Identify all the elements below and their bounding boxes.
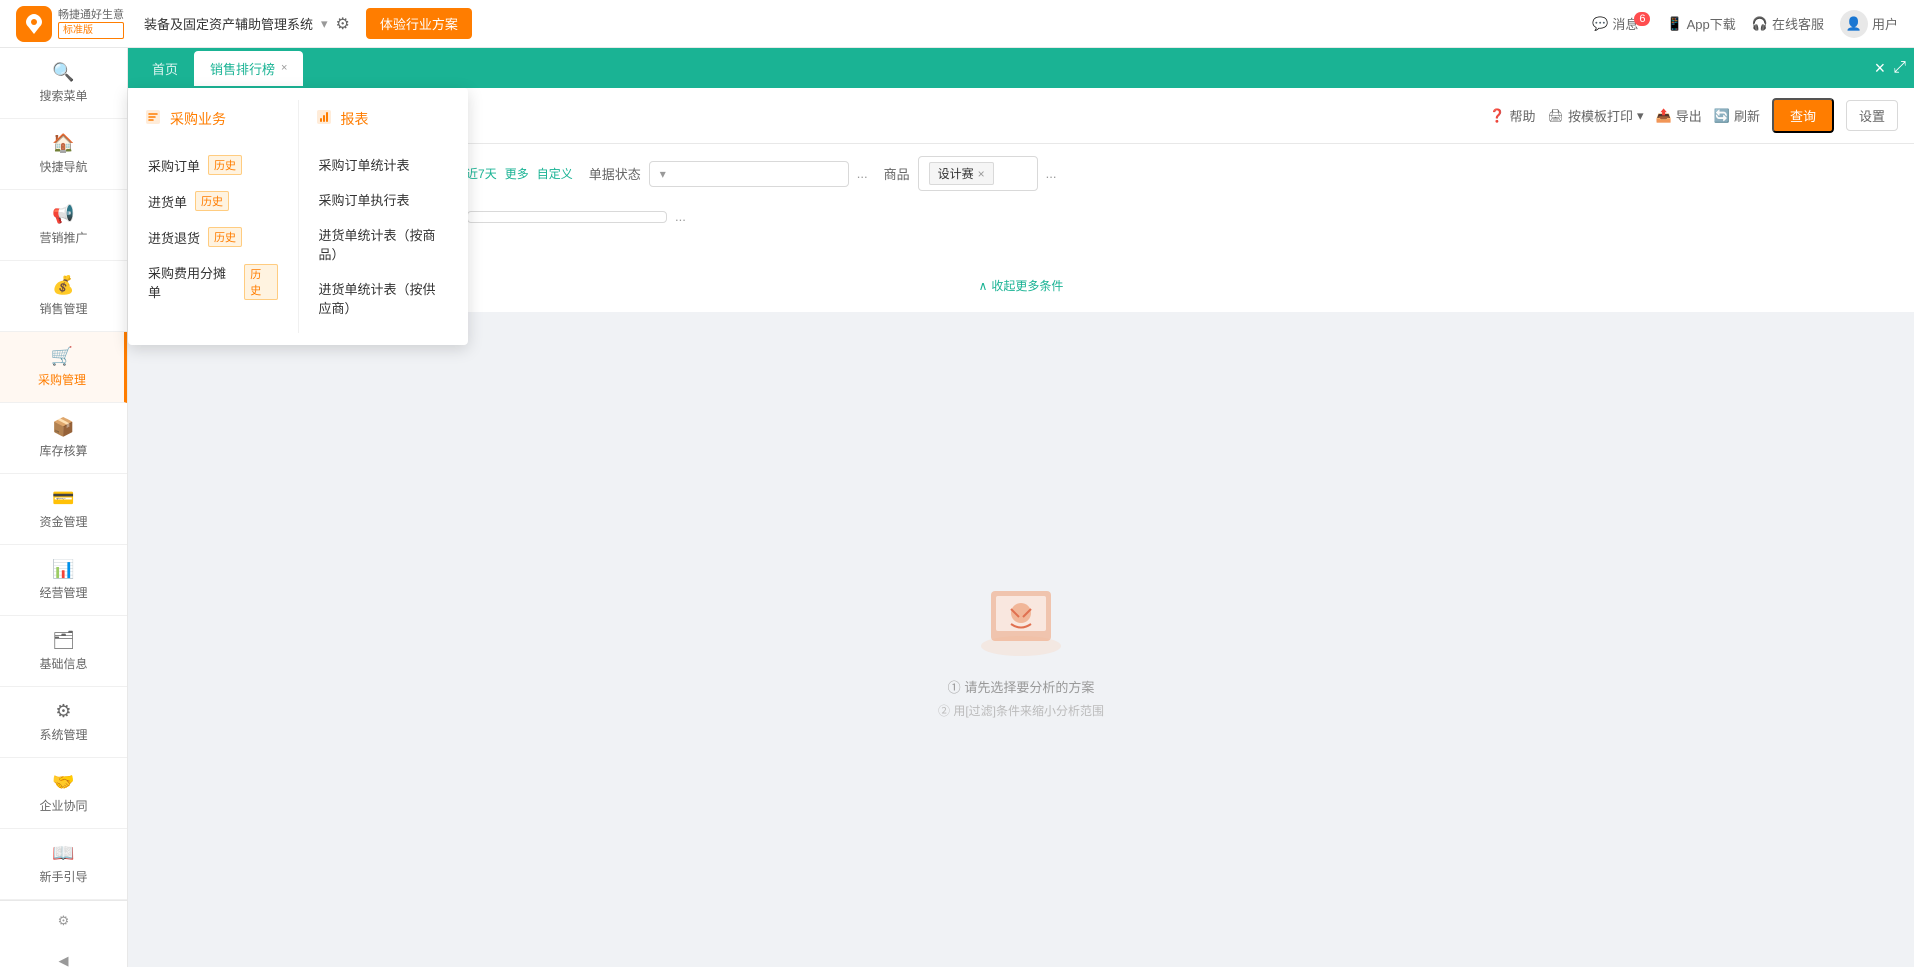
dropdown-cols: 采购业务 采购订单 历史 进货单 历史 进货退货 历史 采购费用分摊单 历史 xyxy=(128,100,468,333)
history-badge: 历史 xyxy=(208,155,242,175)
purchase-items-list: 采购订单 历史 进货单 历史 进货退货 历史 采购费用分摊单 历史 xyxy=(144,147,282,309)
purchase-item-3[interactable]: 采购费用分摊单 历史 xyxy=(144,255,282,309)
report-item-2[interactable]: 进货单统计表（按商品） xyxy=(315,217,453,271)
purchase-col-icon xyxy=(144,108,162,129)
report-col-icon xyxy=(315,108,333,129)
report-item-label: 进货单统计表（按商品） xyxy=(319,225,449,263)
item-label: 进货单 xyxy=(148,192,187,211)
report-item-1[interactable]: 采购订单执行表 xyxy=(315,182,453,217)
purchase-item-2[interactable]: 进货退货 历史 xyxy=(144,219,282,255)
purchase-business-col: 采购业务 采购订单 历史 进货单 历史 进货退货 历史 采购费用分摊单 历史 xyxy=(128,100,298,333)
report-item-label: 采购订单统计表 xyxy=(319,155,410,174)
history-badge: 历史 xyxy=(244,264,277,300)
item-label: 进货退货 xyxy=(148,228,200,247)
report-item-3[interactable]: 进货单统计表（按供应商） xyxy=(315,271,453,325)
report-col: 报表 采购订单统计表采购订单执行表进货单统计表（按商品） 进货单统计表（按供应商） xyxy=(299,100,469,333)
history-badge: 历史 xyxy=(195,191,229,211)
purchase-item-0[interactable]: 采购订单 历史 xyxy=(144,147,282,183)
report-item-label: 采购订单执行表 xyxy=(319,190,410,209)
purchase-dropdown-menu: 采购业务 采购订单 历史 进货单 历史 进货退货 历史 采购费用分摊单 历史 xyxy=(128,88,468,345)
item-label: 采购订单 xyxy=(148,156,200,175)
main-area: 🔍 搜索菜单 🏠 快捷导航 📢 营销推广 💰 销售管理 🛒 采购管理 📦 库存核… xyxy=(0,48,1914,967)
history-badge: 历史 xyxy=(208,227,242,247)
item-label: 采购费用分摊单 xyxy=(148,263,236,301)
report-col-header: 报表 xyxy=(315,108,453,135)
purchase-col-header: 采购业务 xyxy=(144,108,282,135)
report-item-0[interactable]: 采购订单统计表 xyxy=(315,147,453,182)
report-items-list: 采购订单统计表采购订单执行表进货单统计表（按商品） 进货单统计表（按供应商） xyxy=(315,147,453,325)
report-item-label: 进货单统计表（按供应商） xyxy=(319,279,449,317)
purchase-item-1[interactable]: 进货单 历史 xyxy=(144,183,282,219)
